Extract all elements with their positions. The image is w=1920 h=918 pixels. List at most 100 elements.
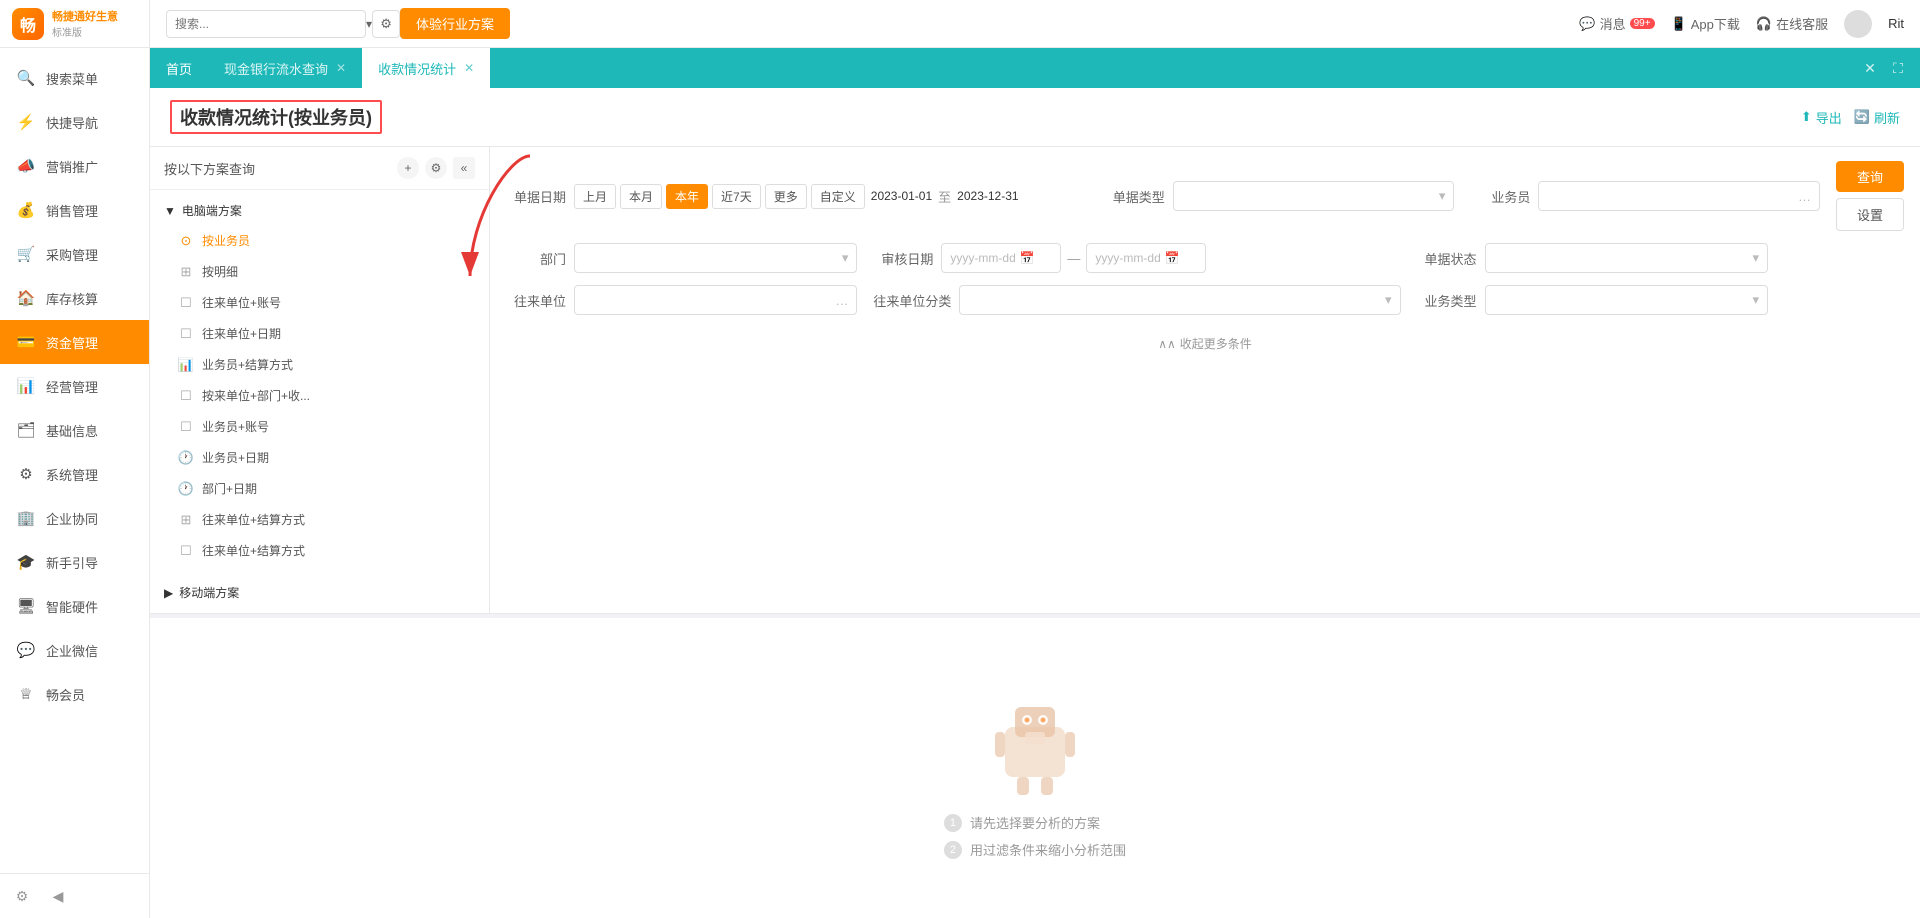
sidebar-item-label: 经营管理 (46, 377, 98, 396)
export-button[interactable]: ⬆ 导出 (1801, 108, 1842, 127)
review-date-range: yyyy-mm-dd 📅 — yyyy-mm-dd 📅 (941, 243, 1206, 273)
biz-type-dropdown[interactable]: ▾ (1485, 285, 1768, 315)
date-label: 单据日期 (506, 187, 566, 206)
search-input[interactable] (166, 10, 366, 38)
search-form-area: 单据日期 上月 本月 本年 近7天 更多 自定义 2023-01-01 至 (490, 147, 1920, 613)
review-date-to[interactable]: yyyy-mm-dd 📅 (1086, 243, 1206, 273)
sidebar-item-guide[interactable]: 🎓 新手引导 (0, 540, 149, 584)
scheme-item-unit-account[interactable]: ☐ 往来单位+账号 (150, 287, 489, 318)
more-button[interactable]: 更多 (765, 184, 807, 209)
review-date-from[interactable]: yyyy-mm-dd 📅 (941, 243, 1061, 273)
search-row-3: 往来单位 … 往来单位分类 ▾ 业务类型 (506, 285, 1904, 315)
sidebar-item-label: 新手引导 (46, 553, 98, 572)
sidebar-item-funds[interactable]: 💳 资金管理 (0, 320, 149, 364)
message-button[interactable]: 💬 消息 99+ (1579, 14, 1654, 33)
sidebar-item-label: 畅会员 (46, 685, 85, 704)
doc-type-chevron: ▾ (1439, 188, 1446, 204)
tab-bar: 首页 现金银行流水查询 ✕ 收款情况统计 ✕ ✕ ⛶ (150, 48, 1920, 88)
sidebar-item-marketing[interactable]: 📣 营销推广 (0, 144, 149, 188)
scheme-item-unit-date[interactable]: ☐ 往来单位+日期 (150, 318, 489, 349)
counterpart-label: 往来单位 (506, 291, 566, 310)
sidebar-item-label: 库存核算 (46, 289, 98, 308)
doc-status-dropdown[interactable]: ▾ (1485, 243, 1768, 273)
scheme-group-label: 电脑端方案 (182, 202, 242, 219)
window-close-button[interactable]: ✕ (1856, 54, 1884, 82)
scheme-add-button[interactable]: + (397, 157, 419, 179)
sidebar-item-sales[interactable]: 💰 销售管理 (0, 188, 149, 232)
this-month-button[interactable]: 本月 (620, 184, 662, 209)
search-icon: 🔍 (16, 68, 36, 88)
scheme-item-staff-method[interactable]: 📊 业务员+结算方式 (150, 349, 489, 380)
scheme-item-unit-method1[interactable]: ⊞ 往来单位+结算方式 (150, 504, 489, 535)
scheme-item-unit-method2[interactable]: ☐ 往来单位+结算方式 (150, 535, 489, 566)
scheme-item-by-staff[interactable]: ⊙ 按业务员 (150, 225, 489, 256)
sidebar-item-operations[interactable]: 📊 经营管理 (0, 364, 149, 408)
tab-receipt[interactable]: 收款情况统计 ✕ (362, 48, 490, 88)
user-name: Rit (1888, 16, 1904, 31)
tip-text-2: 用过滤条件来缩小分析范围 (970, 840, 1126, 859)
counterpart-dropdown[interactable]: … (574, 285, 857, 315)
tab-home[interactable]: 首页 (150, 48, 208, 88)
staff-dropdown[interactable]: … (1538, 181, 1820, 211)
this-year-button[interactable]: 本年 (666, 184, 708, 209)
scheme-item-label: 按明细 (202, 263, 238, 280)
last-month-button[interactable]: 上月 (574, 184, 616, 209)
staff-label: 业务员 (1470, 187, 1530, 206)
sidebar-settings-button[interactable]: ⚙ (8, 882, 36, 910)
scheme-item-icon-unit-dept: ☐ (178, 388, 194, 404)
doc-type-dropdown[interactable]: ▾ (1173, 181, 1455, 211)
service-button[interactable]: 🎧 在线客服 (1756, 14, 1828, 33)
counterpart-cat-dropdown[interactable]: ▾ (959, 285, 1400, 315)
bank-tab-close[interactable]: ✕ (336, 61, 346, 75)
dept-dropdown[interactable]: ▾ (574, 243, 857, 273)
query-button[interactable]: 查询 (1836, 161, 1904, 192)
sidebar-item-search[interactable]: 🔍 搜索菜单 (0, 56, 149, 100)
scheme-item-by-detail[interactable]: ⊞ 按明细 (150, 256, 489, 287)
scheme-item-dept-date[interactable]: 🕐 部门+日期 (150, 473, 489, 504)
scheme-item-staff-date[interactable]: 🕐 业务员+日期 (150, 442, 489, 473)
sidebar-item-member[interactable]: ♕ 畅会员 (0, 672, 149, 716)
sidebar-item-inventory[interactable]: 🏠 库存核算 (0, 276, 149, 320)
empty-tip-2: 2 用过滤条件来缩小分析范围 (944, 840, 1126, 859)
counterpart-field: 往来单位 … (506, 285, 857, 315)
service-label: 在线客服 (1776, 14, 1828, 33)
sales-icon: 💰 (16, 200, 36, 220)
date-separator: — (1067, 251, 1080, 266)
window-maximize-button[interactable]: ⛶ (1884, 54, 1912, 82)
settings-button-form[interactable]: 设置 (1836, 198, 1904, 231)
scheme-group-desktop-header[interactable]: ▼ 电脑端方案 (150, 196, 489, 225)
sidebar-item-wechat[interactable]: 💬 企业微信 (0, 628, 149, 672)
collapse-bar[interactable]: ∧∧ 收起更多条件 (506, 327, 1904, 360)
custom-button[interactable]: 自定义 (811, 184, 865, 209)
sidebar-item-corp[interactable]: 🏢 企业协同 (0, 496, 149, 540)
scheme-group-mobile-header[interactable]: ▶ 移动端方案 (150, 578, 489, 607)
review-date-label: 审核日期 (873, 249, 933, 268)
refresh-button[interactable]: 🔄 刷新 (1854, 108, 1900, 127)
scheme-item-label: 业务员+账号 (202, 418, 269, 435)
tab-bank[interactable]: 现金银行流水查询 ✕ (208, 48, 362, 88)
sidebar-item-purchase[interactable]: 🛒 采购管理 (0, 232, 149, 276)
staff-more-icon: … (1798, 189, 1811, 204)
receipt-tab-close[interactable]: ✕ (464, 61, 474, 75)
sidebar-item-basic[interactable]: 🗂 基础信息 (0, 408, 149, 452)
trial-button[interactable]: 体验行业方案 (400, 8, 510, 39)
sidebar-item-shortcut[interactable]: ⚡ 快捷导航 (0, 100, 149, 144)
sidebar-collapse-button[interactable]: ◀ (44, 882, 72, 910)
main-content: 收款情况统计(按业务员) ⬆ 导出 🔄 刷新 按以下方案查询 + ⚙ « (150, 88, 1920, 918)
marketing-icon: 📣 (16, 156, 36, 176)
last7-button[interactable]: 近7天 (712, 184, 761, 209)
scheme-item-unit-dept[interactable]: ☐ 按来单位+部门+收... (150, 380, 489, 411)
logo-text: 畅捷通好生意 标准版 (52, 8, 118, 39)
app-download-button[interactable]: 📱 App下载 (1671, 14, 1740, 33)
calendar-icon-to: 📅 (1165, 251, 1180, 265)
sidebar-item-system[interactable]: ⚙ 系统管理 (0, 452, 149, 496)
scheme-settings-button[interactable]: ⚙ (425, 157, 447, 179)
doc-status-label: 单据状态 (1417, 249, 1477, 268)
sidebar-item-hardware[interactable]: 🖥 智能硬件 (0, 584, 149, 628)
user-avatar[interactable] (1844, 10, 1872, 38)
app-icon: 📱 (1671, 16, 1687, 32)
settings-button[interactable]: ⚙ (372, 10, 400, 38)
scheme-collapse-button[interactable]: « (453, 157, 475, 179)
scheme-item-staff-account[interactable]: ☐ 业务员+账号 (150, 411, 489, 442)
system-icon: ⚙ (16, 464, 36, 484)
